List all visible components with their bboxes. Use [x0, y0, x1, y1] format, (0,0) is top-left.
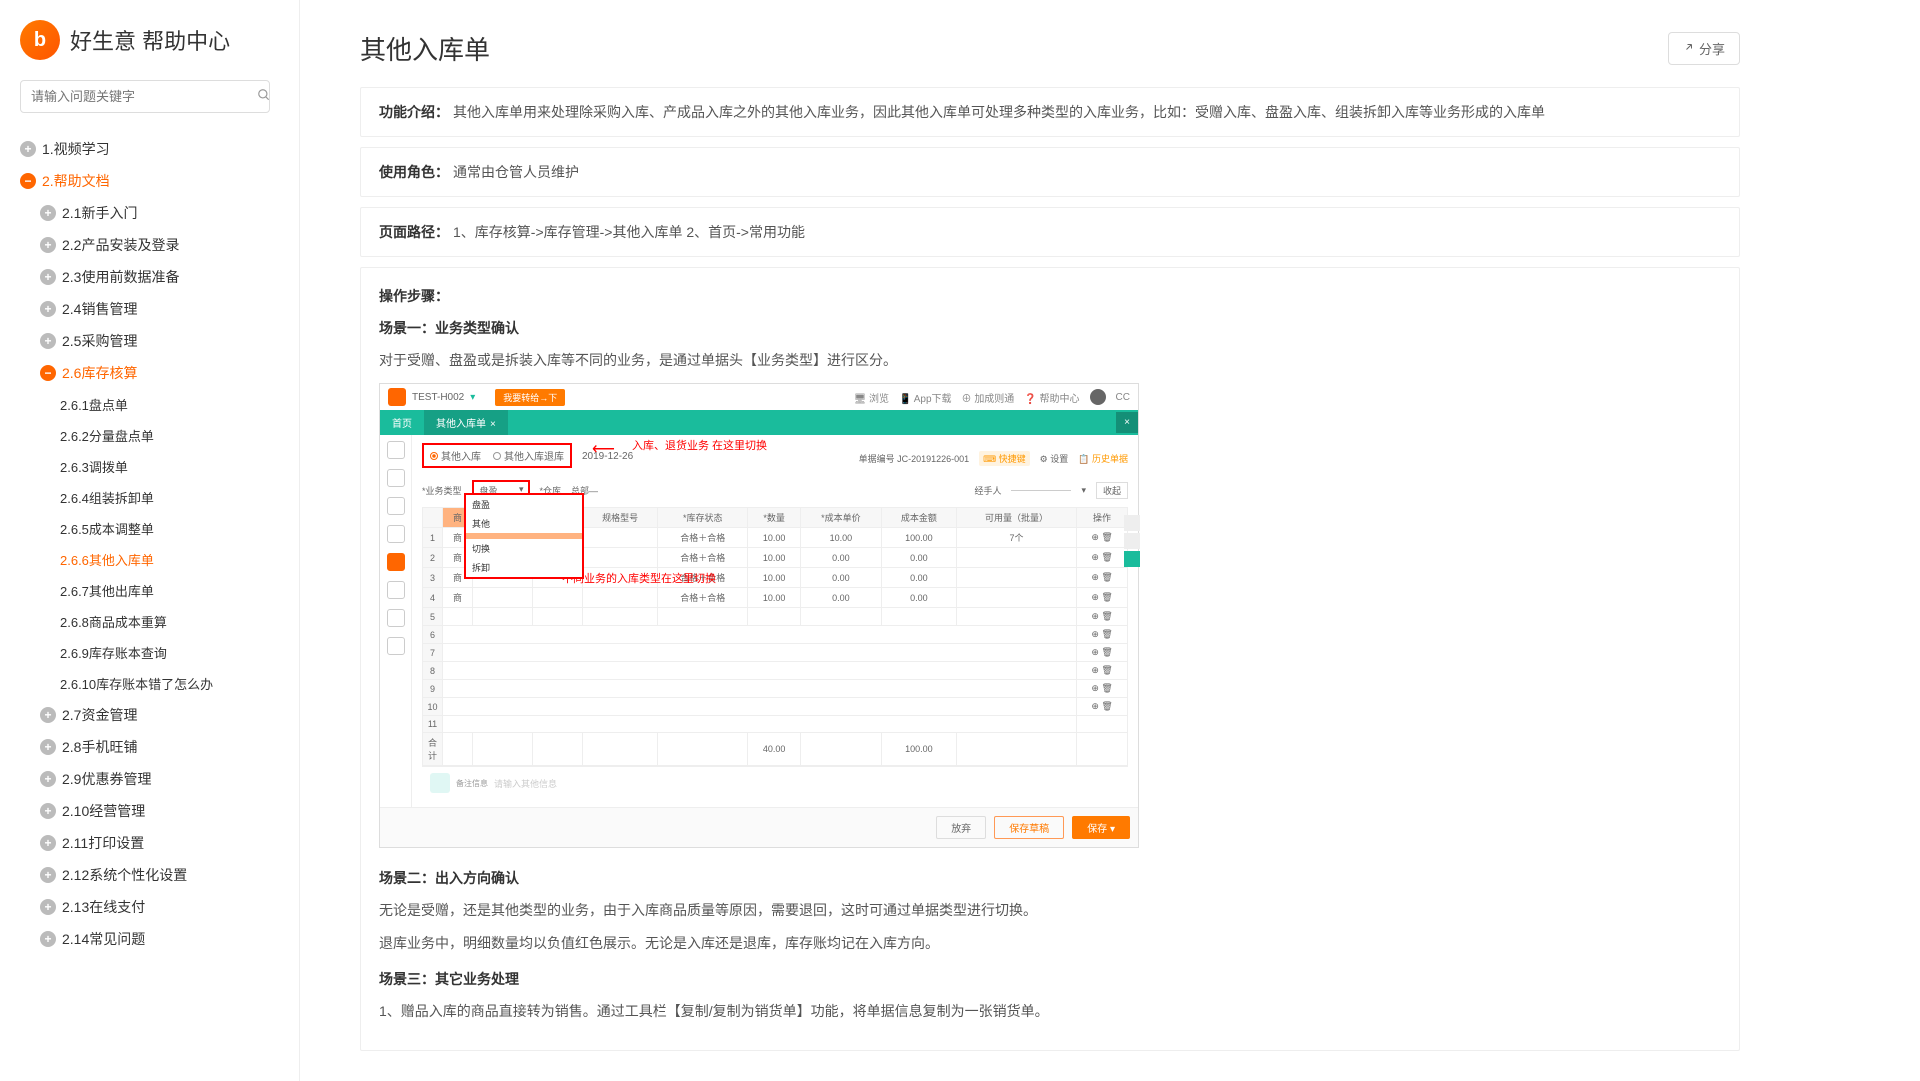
- nav-2-13[interactable]: 2.13在线支付: [20, 891, 279, 923]
- role-text: 通常由仓管人员维护: [453, 164, 579, 180]
- ss-dropdown: 盘盈 其他 切换 拆卸: [464, 493, 584, 579]
- ss-sidenav: [380, 435, 412, 807]
- ss-topbar: TEST-H002 ▾ 我要转给→下 🖥 浏览 📱 App下载 ⊕ 加成则通 ❓…: [380, 384, 1138, 410]
- ss-tabs: 首页 其他入库单× ×: [380, 410, 1138, 435]
- nav-2-6-6[interactable]: 2.6.6其他入库单: [20, 544, 279, 575]
- nav-2-6[interactable]: 2.6库存核算: [20, 357, 279, 389]
- avatar-icon: [1090, 389, 1106, 405]
- nav-2-4[interactable]: 2.4销售管理: [20, 293, 279, 325]
- nav-2-6-7[interactable]: 2.6.7其他出库单: [20, 575, 279, 606]
- intro-text: 其他入库单用来处理除采购入库、产成品入库之外的其他入库业务，因此其他入库单可处理…: [453, 104, 1545, 120]
- ss-logo-icon: [388, 388, 406, 406]
- ss-top-orange-btn: 我要转给→下: [495, 389, 565, 406]
- nav-2-6-5[interactable]: 2.6.5成本调整单: [20, 513, 279, 544]
- ss-draft-btn: 保存草稿: [994, 816, 1064, 839]
- intro-label: 功能介绍：: [379, 104, 449, 120]
- role-label: 使用角色：: [379, 164, 449, 180]
- sidenav-icon: [387, 637, 405, 655]
- nav-2-6-9[interactable]: 2.6.9库存账本查询: [20, 637, 279, 668]
- sidenav-icon: [387, 469, 405, 487]
- nav-2-9[interactable]: 2.9优惠券管理: [20, 763, 279, 795]
- role-box: 使用角色：通常由仓管人员维护: [360, 147, 1740, 197]
- nav-2-6-1[interactable]: 2.6.1盘点单: [20, 389, 279, 420]
- content-section: 操作步骤： 场景一：业务类型确认 对于受赠、盘盈或是拆装入库等不同的业务，是通过…: [360, 267, 1740, 1051]
- nav-2-1[interactable]: 2.1新手入门: [20, 197, 279, 229]
- share-icon: [1683, 41, 1695, 56]
- sidenav-icon: [387, 581, 405, 599]
- sidenav-icon: [387, 441, 405, 459]
- ss-cancel-btn: 放弃: [936, 816, 986, 839]
- nav-2-6-2[interactable]: 2.6.2分量盘点单: [20, 420, 279, 451]
- scene2-desc1: 无论是受赠，还是其他类型的业务，由于入库商品质量等原因，需要退回，这时可通过单据…: [379, 898, 1721, 923]
- path-box: 页面路径：1、库存核算->库存管理->其他入库单 2、首页->常用功能: [360, 207, 1740, 257]
- nav-docs[interactable]: 2.帮助文档: [20, 165, 279, 197]
- share-label: 分享: [1699, 39, 1725, 58]
- ss-tab-home: 首页: [380, 410, 424, 435]
- ss-save-btn: 保存 ▾: [1072, 816, 1130, 839]
- ss-remark: 备注信息 请输入其他信息: [422, 766, 1128, 799]
- nav-2-7[interactable]: 2.7资金管理: [20, 699, 279, 731]
- nav-2-14[interactable]: 2.14常见问题: [20, 923, 279, 955]
- search-icon[interactable]: [257, 88, 271, 105]
- nav-video[interactable]: 1.视频学习: [20, 133, 279, 165]
- sidebar: b 好生意 帮助中心 1.视频学习 2.帮助文档 2.1新手入门 2.2产品安装…: [0, 0, 300, 1081]
- ss-main: 其他入库 其他入库退库 2019-12-26 单据编号 JC-20191226-…: [412, 435, 1138, 807]
- ss-footer: 放弃 保存草稿 保存 ▾: [380, 807, 1138, 847]
- sidenav-icon: [387, 525, 405, 543]
- logo-icon: b: [20, 20, 60, 60]
- nav-2-11[interactable]: 2.11打印设置: [20, 827, 279, 859]
- sidenav-icon: [387, 497, 405, 515]
- steps-heading: 操作步骤：: [379, 286, 1721, 306]
- page-title: 其他入库单: [360, 30, 490, 67]
- ss-radio-group: 其他入库 其他入库退库: [422, 443, 572, 468]
- ss-tab-active: 其他入库单×: [424, 410, 508, 435]
- path-label: 页面路径：: [379, 224, 449, 240]
- logo-area: b 好生意 帮助中心: [20, 20, 279, 60]
- nav-2-6-8[interactable]: 2.6.8商品成本重算: [20, 606, 279, 637]
- nav-list: 1.视频学习 2.帮助文档 2.1新手入门 2.2产品安装及登录 2.3使用前数…: [20, 133, 279, 955]
- search-container: [20, 80, 279, 113]
- site-title: 好生意 帮助中心: [70, 24, 230, 56]
- ss-top-right: 🖥 浏览 📱 App下载 ⊕ 加成则通 ❓ 帮助中心 CC: [854, 389, 1130, 405]
- scene1-title: 场景一：业务类型确认: [379, 318, 1721, 338]
- nav-2-6-4[interactable]: 2.6.4组装拆卸单: [20, 482, 279, 513]
- intro-box: 功能介绍：其他入库单用来处理除采购入库、产成品入库之外的其他入库业务，因此其他入…: [360, 87, 1740, 137]
- header-row: 其他入库单 分享: [360, 30, 1740, 67]
- embedded-screenshot: TEST-H002 ▾ 我要转给→下 🖥 浏览 📱 App下载 ⊕ 加成则通 ❓…: [379, 383, 1139, 848]
- nav-2-3[interactable]: 2.3使用前数据准备: [20, 261, 279, 293]
- ss-right-tools: [1124, 515, 1140, 567]
- path-text: 1、库存核算->库存管理->其他入库单 2、首页->常用功能: [453, 224, 805, 240]
- scene2-title: 场景二：出入方向确认: [379, 868, 1721, 888]
- nav-2-6-10[interactable]: 2.6.10库存账本错了怎么办: [20, 668, 279, 699]
- sidenav-icon: [387, 609, 405, 627]
- close-all-icon: ×: [1116, 412, 1138, 433]
- ss-test-label: TEST-H002: [412, 392, 464, 403]
- nav-2-12[interactable]: 2.12系统个性化设置: [20, 859, 279, 891]
- scene1-desc: 对于受赠、盘盈或是拆装入库等不同的业务，是通过单据头【业务类型】进行区分。: [379, 348, 1721, 373]
- nav-2-2[interactable]: 2.2产品安装及登录: [20, 229, 279, 261]
- nav-2-5[interactable]: 2.5采购管理: [20, 325, 279, 357]
- arrow-icon: ⟵: [592, 439, 615, 459]
- nav-2-10[interactable]: 2.10经营管理: [20, 795, 279, 827]
- remark-icon: [430, 773, 450, 793]
- sidenav-icon-active: [387, 553, 405, 571]
- nav-2-6-3[interactable]: 2.6.3调拨单: [20, 451, 279, 482]
- annotation-1: 入库、退货业务 在这里切换: [632, 437, 767, 453]
- scene3-desc: 1、赠品入库的商品直接转为销售。通过工具栏【复制/复制为销货单】功能，将单据信息…: [379, 999, 1721, 1024]
- nav-2-8[interactable]: 2.8手机旺铺: [20, 731, 279, 763]
- search-input[interactable]: [20, 80, 270, 113]
- scene3-title: 场景三：其它业务处理: [379, 969, 1721, 989]
- annotation-2: 不同业务的入库类型在这里切换: [562, 570, 716, 586]
- share-button[interactable]: 分享: [1668, 32, 1740, 65]
- main-content: 其他入库单 分享 功能介绍：其他入库单用来处理除采购入库、产成品入库之外的其他入…: [300, 0, 1800, 1081]
- scene2-desc2: 退库业务中，明细数量均以负值红色展示。无论是入库还是退库，库存账均记在入库方向。: [379, 931, 1721, 956]
